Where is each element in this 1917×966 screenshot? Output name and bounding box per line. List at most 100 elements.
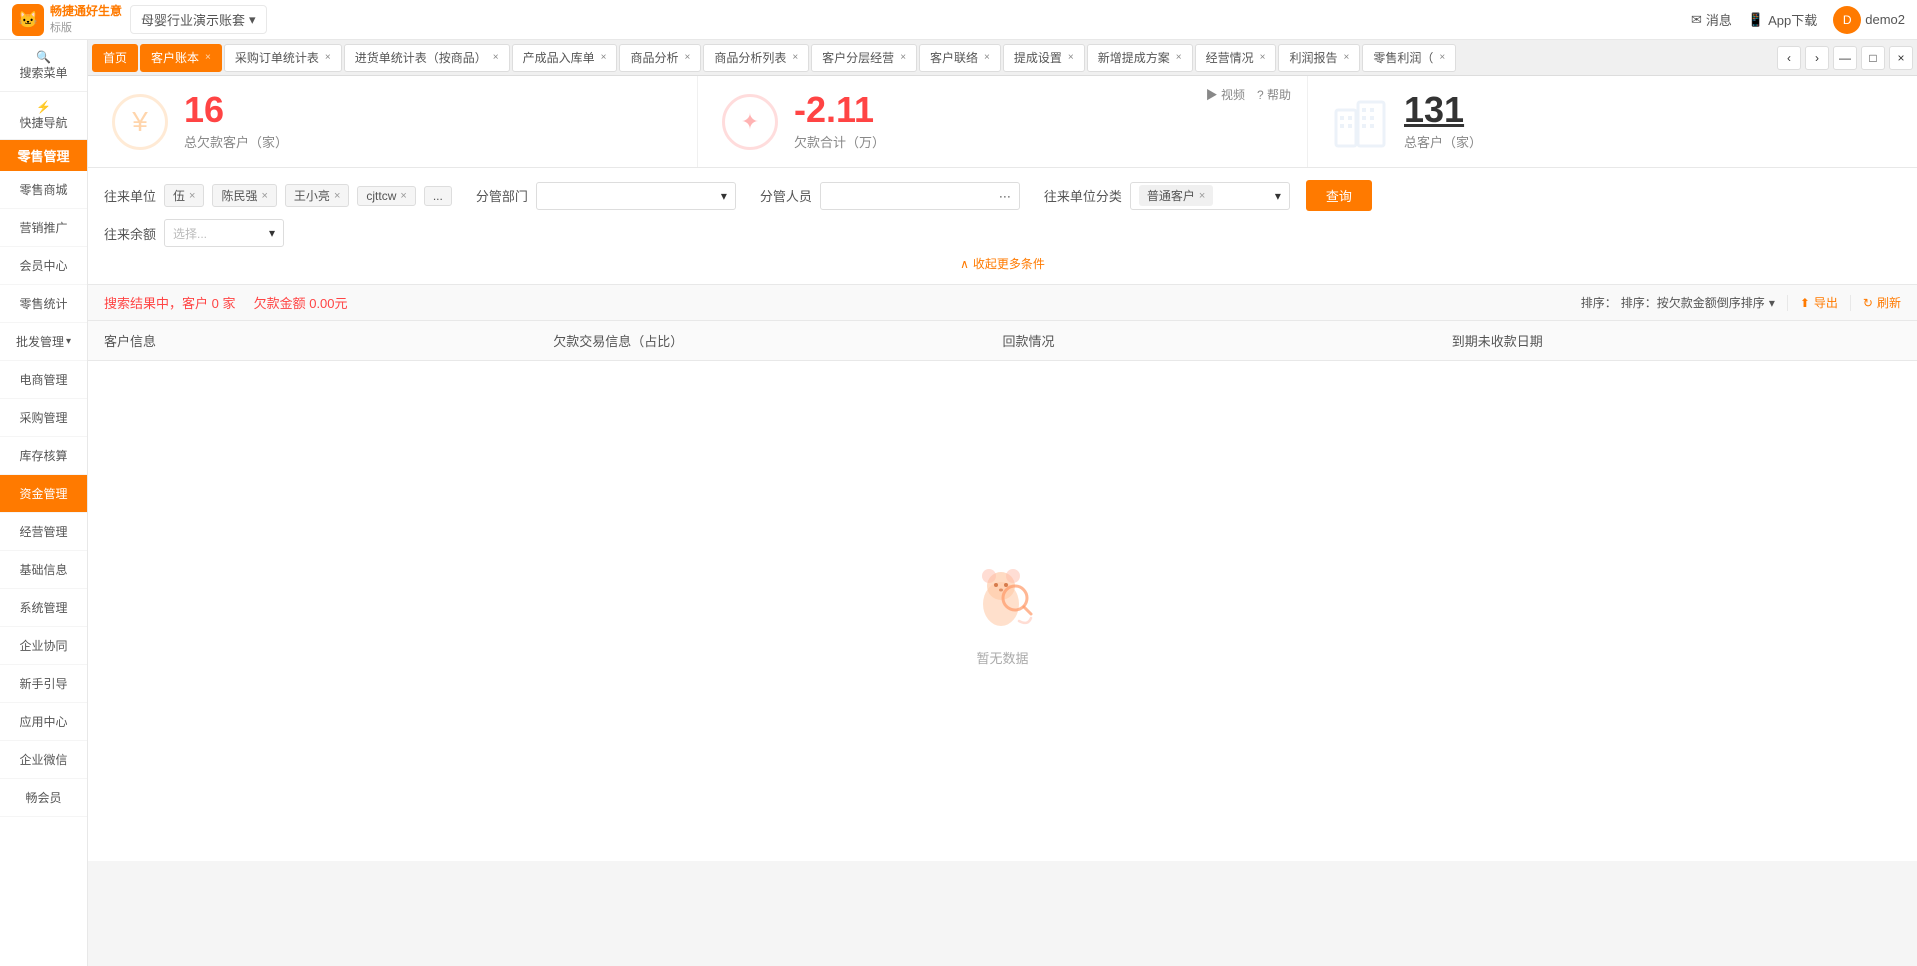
sidebar-item-purchase[interactable]: 采购管理 (0, 399, 87, 437)
tab-maximize-btn[interactable]: □ (1861, 46, 1885, 70)
company-selector[interactable]: 母婴行业演示账套 ▾ (130, 5, 267, 34)
remove-tag-cjttcw[interactable]: × (400, 190, 406, 202)
tab-minimize-btn[interactable]: — (1833, 46, 1857, 70)
tab-profit-report[interactable]: 利润报告 × (1278, 44, 1360, 72)
tab-customer-tier[interactable]: 客户分层经营 × (811, 44, 917, 72)
sidebar-item-app-center[interactable]: 应用中心 (0, 703, 87, 741)
sidebar-item-ops[interactable]: 经营管理 (0, 513, 87, 551)
logo: 🐱 畅捷通好生意 标版 (12, 4, 122, 36)
sidebar-item-finance[interactable]: 资金管理 (0, 475, 87, 513)
debt-customers-label: 总欠款客户（家） (184, 132, 288, 151)
app-download-btn[interactable]: 📱 App下载 (1748, 10, 1817, 29)
tab-close-inventory-stats[interactable]: × (493, 52, 499, 63)
help-icon: ? (1257, 88, 1264, 102)
tab-close-accounts[interactable]: × (205, 52, 211, 63)
sidebar-item-batch-mgmt[interactable]: 批发管理 ▾ (0, 323, 87, 361)
tab-close-cost-in[interactable]: × (601, 52, 607, 63)
tab-close-retail-profit[interactable]: × (1439, 52, 1445, 63)
video-btn[interactable]: ▶ 视频 (1206, 86, 1245, 103)
tab-raise-settings[interactable]: 提成设置 × (1003, 44, 1085, 72)
sidebar-item-basic-info[interactable]: 基础信息 (0, 551, 87, 589)
message-icon: ✉ (1691, 12, 1702, 28)
sidebar-item-enterprise-collab[interactable]: 企业协同 (0, 627, 87, 665)
filter-tag-chen: 陈民强 × (212, 184, 276, 207)
table-body: 暂无数据 (88, 361, 1917, 861)
person-select[interactable]: ··· (820, 182, 1020, 210)
tab-home[interactable]: 首页 (92, 44, 138, 72)
tab-new-raise[interactable]: 新增提成方案 × (1087, 44, 1193, 72)
refresh-icon: ↻ (1863, 296, 1873, 310)
tab-close-new-raise[interactable]: × (1176, 52, 1182, 63)
tab-close-profit-report[interactable]: × (1343, 52, 1349, 63)
filter-tag-wu: 伍 × (164, 184, 204, 207)
sidebar-item-ecommerce[interactable]: 电商管理 (0, 361, 87, 399)
tab-scroll-right-btn[interactable]: › (1805, 46, 1829, 70)
tab-close-operation[interactable]: × (1260, 52, 1266, 63)
sidebar-item-member-center[interactable]: 会员中心 (0, 247, 87, 285)
remove-tag-wang[interactable]: × (334, 190, 340, 202)
data-table: 客户信息 欠款交易信息（占比） 回款情况 到期未收款日期 (88, 321, 1917, 861)
tab-close-goods-analysis[interactable]: × (684, 52, 690, 63)
tab-goods-analysis[interactable]: 商品分析 × (619, 44, 701, 72)
tab-close-customer-tier[interactable]: × (900, 52, 906, 63)
debt-customers-value: 16 (184, 92, 288, 128)
dept-select[interactable]: ▾ (536, 182, 736, 210)
stats-row: ¥ 16 总欠款客户（家） ✦ (88, 76, 1917, 168)
sidebar-item-member[interactable]: 畅会员 (0, 779, 87, 817)
tab-goods-analysis-list[interactable]: 商品分析列表 × (703, 44, 809, 72)
tab-close-goods-analysis-list[interactable]: × (792, 52, 798, 63)
tab-retail-profit[interactable]: 零售利润（ × (1362, 44, 1456, 72)
empty-illustration (963, 556, 1043, 636)
remove-tag-normal-customer[interactable]: × (1199, 190, 1205, 202)
export-btn[interactable]: ⬆ 导出 (1800, 294, 1838, 311)
sidebar-item-marketing[interactable]: 营销推广 (0, 209, 87, 247)
ellipsis-icon: ··· (999, 189, 1011, 203)
tab-close-customer-contact[interactable]: × (984, 52, 990, 63)
tab-bar-actions: ‹ › — □ × (1777, 46, 1913, 70)
chevron-down-icon: ▾ (1275, 189, 1281, 203)
sort-selector[interactable]: 排序： 排序：按欠款金额倒序排序 ▾ (1581, 294, 1775, 311)
sidebar: 🔍 搜索菜单 ⚡ 快捷导航 零售管理 零售商城 营销推广 会员中心 零售统计 批… (0, 40, 88, 966)
tab-close-purchase-orders[interactable]: × (325, 52, 331, 63)
col-repayment: 回款情况 (1003, 331, 1452, 350)
stat-card-debt-customers: ¥ 16 总欠款客户（家） (88, 76, 698, 167)
sidebar-item-new-guide[interactable]: 新手引导 (0, 665, 87, 703)
tab-accounts[interactable]: 客户账本 × (140, 44, 222, 72)
unit-label: 往来单位 (104, 186, 156, 205)
query-button[interactable]: 查询 (1306, 180, 1372, 211)
tab-close-raise-settings[interactable]: × (1068, 52, 1074, 63)
help-btn[interactable]: ? 帮助 (1257, 86, 1291, 103)
messages-btn[interactable]: ✉ 消息 (1691, 10, 1732, 29)
tab-scroll-left-btn[interactable]: ‹ (1777, 46, 1801, 70)
tab-close-all-btn[interactable]: × (1889, 46, 1913, 70)
sort-chevron-icon: ▾ (1769, 296, 1775, 310)
sidebar-item-retail-stats[interactable]: 零售统计 (0, 285, 87, 323)
sidebar-item-system[interactable]: 系统管理 (0, 589, 87, 627)
quick-nav-btn[interactable]: ⚡ 快捷导航 (0, 92, 87, 140)
user-avatar-area[interactable]: D demo2 (1833, 6, 1905, 34)
remove-tag-chen[interactable]: × (261, 190, 267, 202)
balance-select[interactable]: 选择... ▾ (164, 219, 284, 247)
filter-row-1: 往来单位 伍 × 陈民强 × 王小亮 × (104, 180, 1901, 211)
chevron-down-icon: ▾ (249, 12, 256, 28)
logo-icon: 🐱 (12, 4, 44, 36)
chevron-down-icon: ▾ (721, 189, 727, 203)
sidebar-item-inventory[interactable]: 库存核算 (0, 437, 87, 475)
refresh-btn[interactable]: ↻ 刷新 (1863, 294, 1901, 311)
avatar: D (1833, 6, 1861, 34)
remove-tag-wu[interactable]: × (189, 190, 195, 202)
filter-tag-more[interactable]: ... (424, 186, 452, 206)
sidebar-item-retail-mall[interactable]: 零售商城 (0, 171, 87, 209)
result-bar: 搜索结果中，客户 0 家 欠款金额 0.00元 排序： 排序：按欠款金额倒序排序… (88, 285, 1917, 321)
tab-inventory-stats[interactable]: 进货单统计表（按商品） × (344, 44, 510, 72)
tab-customer-contact[interactable]: 客户联络 × (919, 44, 1001, 72)
tab-purchase-orders[interactable]: 采购订单统计表 × (224, 44, 342, 72)
sidebar-item-enterprise-wechat[interactable]: 企业微信 (0, 741, 87, 779)
col-debt-info: 欠款交易信息（占比） (553, 331, 1002, 350)
search-menu-btn[interactable]: 🔍 搜索菜单 (0, 40, 87, 92)
unit-class-select[interactable]: 普通客户 × ▾ (1130, 182, 1290, 210)
tab-operation[interactable]: 经营情况 × (1195, 44, 1277, 72)
tab-cost-in[interactable]: 产成品入库单 × (512, 44, 618, 72)
chevron-down-icon: ▾ (66, 336, 71, 347)
collapse-btn[interactable]: ∧ 收起更多条件 (104, 255, 1901, 272)
